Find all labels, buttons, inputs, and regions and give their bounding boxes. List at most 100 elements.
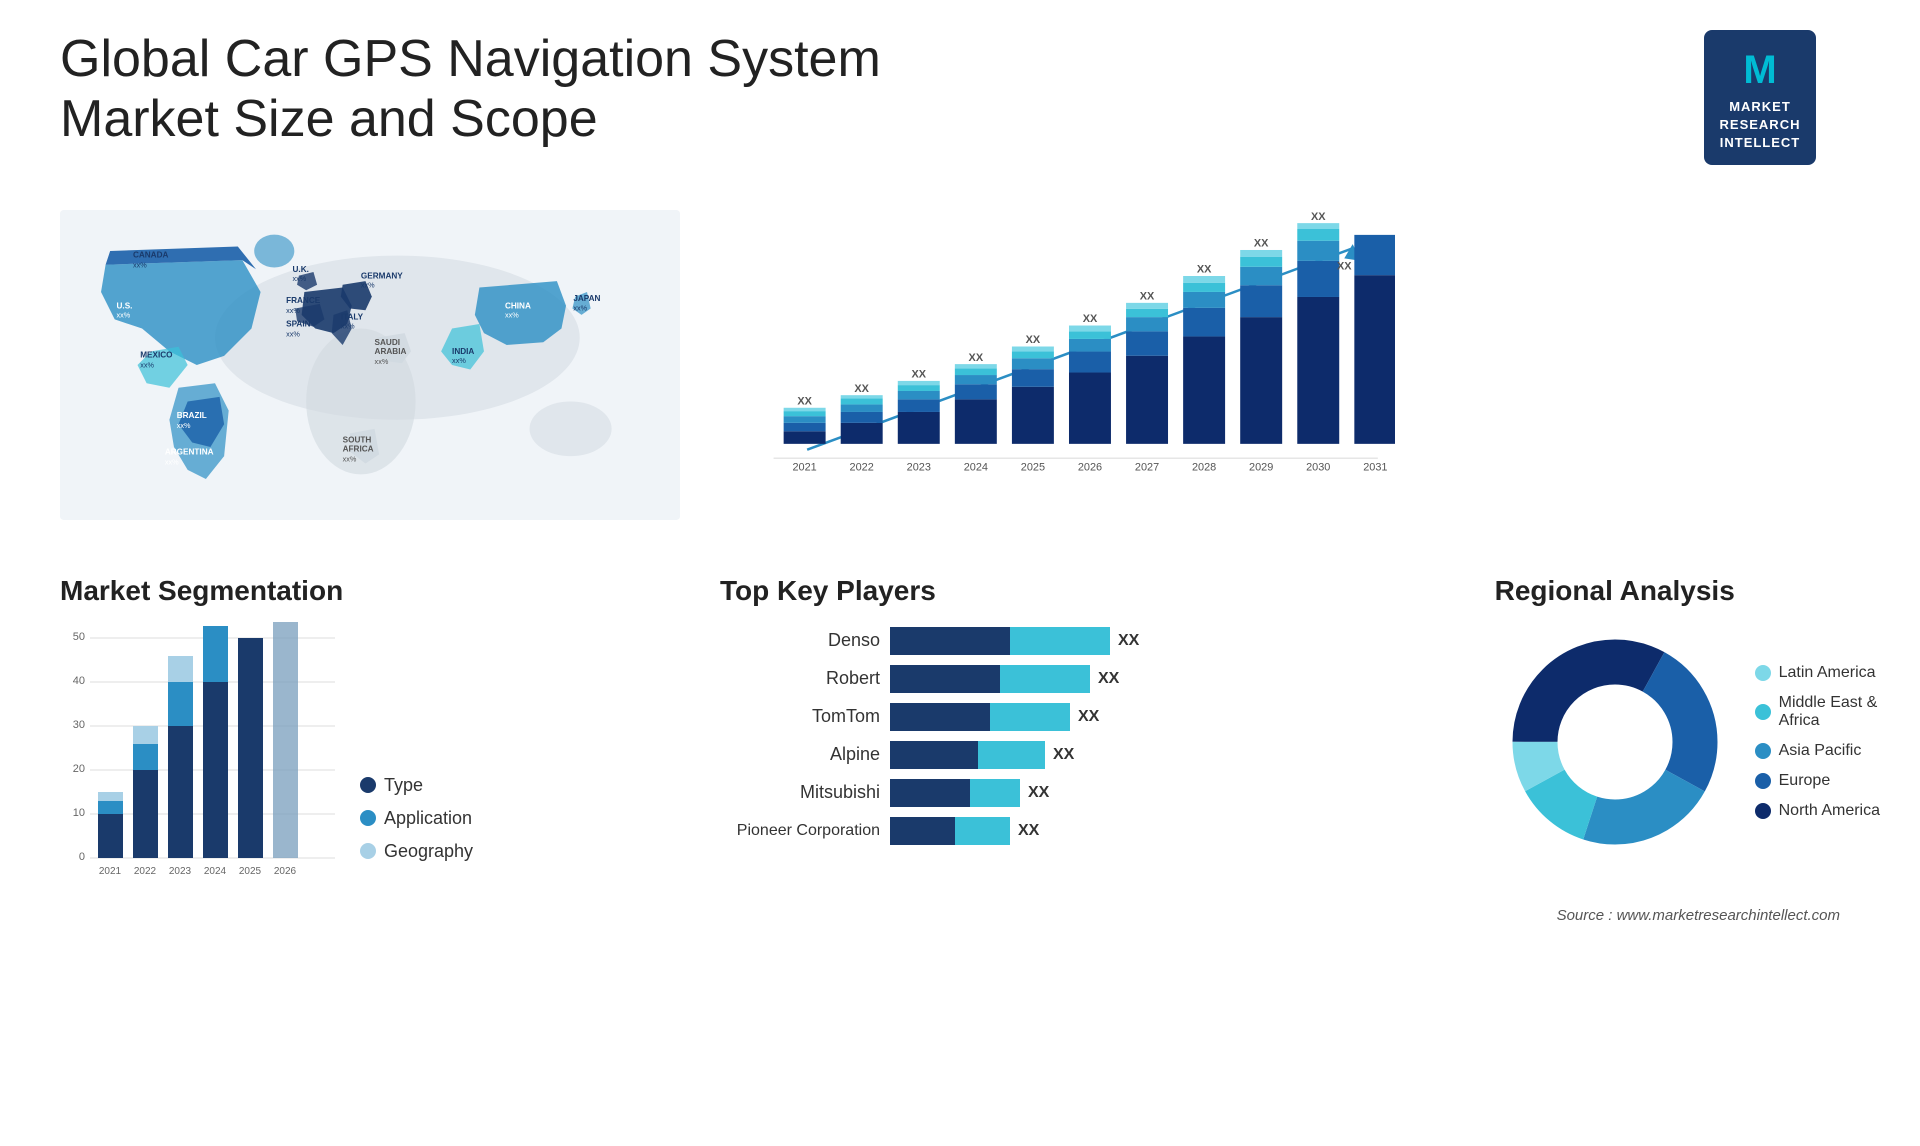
player-name-mitsubishi: Mitsubishi <box>720 782 880 803</box>
player-row-mitsubishi: Mitsubishi XX <box>720 779 1435 807</box>
svg-text:50: 50 <box>73 631 85 643</box>
svg-text:2023: 2023 <box>907 461 931 473</box>
svg-text:2026: 2026 <box>274 866 297 877</box>
svg-text:2028: 2028 <box>1192 461 1216 473</box>
svg-text:SPAIN: SPAIN <box>286 319 311 328</box>
source-footer: Source : www.marketresearchintellect.com <box>0 902 1920 929</box>
legend-europe: Europe <box>1755 772 1880 790</box>
svg-text:2021: 2021 <box>99 866 122 877</box>
svg-text:xx%: xx% <box>343 454 357 463</box>
page-header: Global Car GPS Navigation System Market … <box>0 0 1920 185</box>
svg-text:xx%: xx% <box>375 357 389 366</box>
svg-text:0: 0 <box>79 851 85 863</box>
segmentation-chart: 0 10 20 30 40 50 2021 <box>60 622 340 892</box>
svg-text:2022: 2022 <box>134 866 157 877</box>
player-value-alpine: XX <box>1053 746 1074 764</box>
legend-dot-mea <box>1755 704 1771 720</box>
player-name-denso: Denso <box>720 630 880 651</box>
player-value-tomtom: XX <box>1078 708 1099 726</box>
svg-text:2030: 2030 <box>1306 461 1330 473</box>
player-bar-tomtom: XX <box>890 703 1099 731</box>
svg-text:2024: 2024 <box>964 461 988 473</box>
legend-latin-america: Latin America <box>1755 664 1880 682</box>
svg-text:xx%: xx% <box>286 329 300 338</box>
svg-text:xx%: xx% <box>140 360 154 369</box>
logo: M MARKETRESEARCHINTELLECT <box>1704 30 1817 165</box>
svg-text:XX: XX <box>969 351 984 363</box>
player-bar-mitsubishi: XX <box>890 779 1049 807</box>
svg-text:XX: XX <box>1337 260 1352 272</box>
svg-text:XX: XX <box>854 382 869 394</box>
legend-dot-application <box>360 810 376 826</box>
player-bar-alpine: XX <box>890 741 1074 769</box>
svg-text:xx%: xx% <box>286 306 300 315</box>
svg-text:2024: 2024 <box>204 866 227 877</box>
svg-text:XX: XX <box>1083 313 1098 325</box>
svg-text:JAPAN: JAPAN <box>573 294 600 303</box>
growth-bar-chart: 2021 XX 2022 XX 2023 XX 2024 <box>740 195 1395 545</box>
player-row-pioneer: Pioneer Corporation XX <box>720 817 1435 845</box>
player-bar-denso: XX <box>890 627 1139 655</box>
svg-text:XX: XX <box>1140 290 1155 302</box>
player-value-mitsubishi: XX <box>1028 784 1049 802</box>
svg-text:SAUDI: SAUDI <box>375 338 400 347</box>
legend-dot-europe <box>1755 773 1771 789</box>
content-area: CANADA xx% U.S. xx% MEXICO xx% BRAZIL xx… <box>0 185 1920 902</box>
svg-text:40: 40 <box>73 675 85 687</box>
svg-text:xx%: xx% <box>505 310 519 319</box>
logo-text: MARKETRESEARCHINTELLECT <box>1720 98 1801 153</box>
svg-text:ARABIA: ARABIA <box>375 347 407 356</box>
map-section: CANADA xx% U.S. xx% MEXICO xx% BRAZIL xx… <box>20 185 700 565</box>
segmentation-section: Market Segmentation 0 10 20 30 40 50 <box>20 565 700 902</box>
svg-text:2026: 2026 <box>1078 461 1102 473</box>
legend-dot-asia <box>1755 743 1771 759</box>
legend-dot-type <box>360 777 376 793</box>
svg-text:10: 10 <box>73 807 85 819</box>
svg-text:xx%: xx% <box>573 303 587 312</box>
legend-application: Application <box>360 808 473 829</box>
player-row-robert: Robert XX <box>720 665 1435 693</box>
regional-donut-chart <box>1495 622 1735 862</box>
page-title: Global Car GPS Navigation System Market … <box>60 30 960 150</box>
svg-text:2025: 2025 <box>1021 461 1045 473</box>
svg-text:BRAZIL: BRAZIL <box>177 410 207 419</box>
player-value-robert: XX <box>1098 670 1119 688</box>
legend-dot-geography <box>360 843 376 859</box>
regional-legend: Latin America Middle East &Africa Asia P… <box>1755 664 1880 820</box>
svg-text:2031: 2031 <box>1363 461 1387 473</box>
svg-text:2025: 2025 <box>239 866 262 877</box>
legend-asia: Asia Pacific <box>1755 742 1880 760</box>
legend-mea-label: Middle East &Africa <box>1779 694 1878 730</box>
player-bar-pioneer: XX <box>890 817 1039 845</box>
legend-dot-north-america <box>1755 803 1771 819</box>
player-row-alpine: Alpine XX <box>720 741 1435 769</box>
players-title: Top Key Players <box>720 575 1435 607</box>
regional-chart-area: Latin America Middle East &Africa Asia P… <box>1495 622 1880 862</box>
player-name-alpine: Alpine <box>720 744 880 765</box>
segmentation-legend: Type Application Geography <box>360 775 473 892</box>
svg-text:ITALY: ITALY <box>341 312 364 321</box>
svg-text:xx%: xx% <box>133 260 147 269</box>
legend-geography: Geography <box>360 841 473 862</box>
bar-chart-section: 2021 XX 2022 XX 2023 XX 2024 <box>700 185 1455 565</box>
svg-text:MEXICO: MEXICO <box>140 350 173 359</box>
svg-text:GERMANY: GERMANY <box>361 271 403 280</box>
svg-text:ARGENTINA: ARGENTINA <box>165 447 214 456</box>
svg-text:xx%: xx% <box>165 457 179 466</box>
svg-text:xx%: xx% <box>361 280 375 289</box>
players-section: Top Key Players Denso XX Robert <box>700 565 1455 902</box>
svg-text:xx%: xx% <box>452 356 466 365</box>
svg-text:XX: XX <box>1311 210 1326 222</box>
svg-text:CANADA: CANADA <box>133 250 169 259</box>
svg-text:30: 30 <box>73 719 85 731</box>
svg-text:xx%: xx% <box>341 321 355 330</box>
svg-text:FRANCE: FRANCE <box>286 296 321 305</box>
svg-text:U.S.: U.S. <box>117 301 133 310</box>
player-value-denso: XX <box>1118 632 1139 650</box>
svg-text:INDIA: INDIA <box>452 347 474 356</box>
svg-text:XX: XX <box>797 395 812 407</box>
players-list: Denso XX Robert XX <box>720 627 1435 845</box>
player-row-tomtom: TomTom XX <box>720 703 1435 731</box>
segmentation-title: Market Segmentation <box>60 575 680 607</box>
svg-text:2029: 2029 <box>1249 461 1273 473</box>
